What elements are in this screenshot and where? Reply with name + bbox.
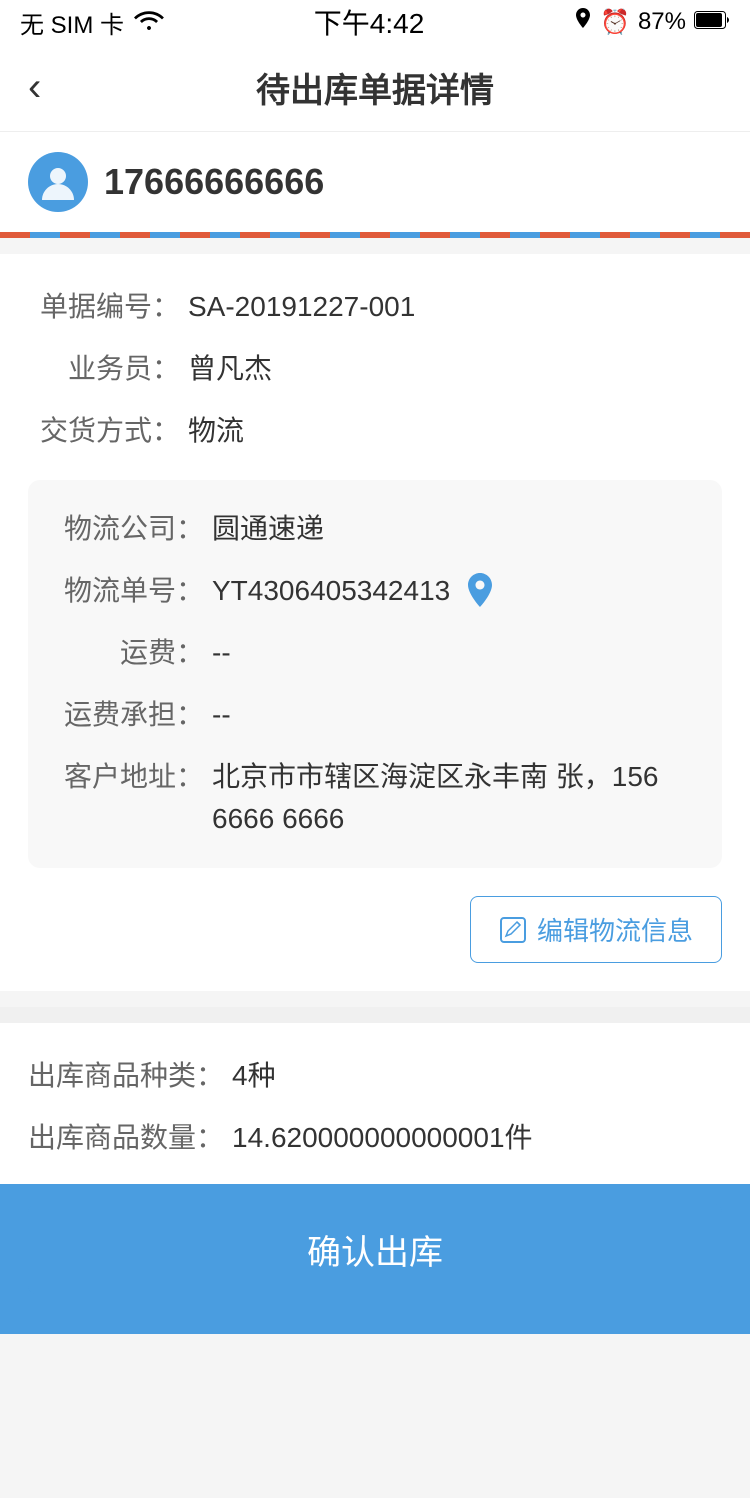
user-avatar	[28, 152, 88, 212]
confirm-outbound-button[interactable]: 确认出库	[28, 1204, 722, 1294]
sales-rep-value: 曾凡杰	[188, 348, 722, 390]
outbound-info-block: 出库商品种类： 4种 出库商品数量： 14.620000000000001件	[0, 1023, 750, 1187]
carrier-label: 无 SIM 卡	[20, 5, 124, 40]
delivery-method-row: 交货方式： 物流	[28, 410, 722, 452]
user-phone: 17666666666	[104, 161, 324, 203]
logistics-card: 物流公司： 圆通速递 物流单号： YT4306405342413 运费： -- …	[28, 480, 722, 868]
wifi-icon	[134, 8, 164, 37]
edit-btn-wrap: 编辑物流信息	[0, 896, 750, 991]
quantity-value: 14.620000000000001件	[232, 1117, 722, 1159]
freight-row: 运费： --	[52, 632, 698, 674]
tracking-number-text: YT4306405342413	[212, 570, 450, 612]
delivery-method-label: 交货方式：	[28, 410, 188, 452]
freight-label: 运费：	[52, 632, 212, 674]
sales-rep-row: 业务员： 曾凡杰	[28, 348, 722, 390]
back-button[interactable]: ‹	[28, 65, 41, 110]
freight-bearer-label: 运费承担：	[52, 694, 212, 736]
status-bar-right: ⏰ 87%	[574, 8, 730, 37]
confirm-button-label: 确认出库	[307, 1225, 443, 1274]
edit-icon	[499, 916, 527, 944]
freight-value: --	[212, 632, 698, 674]
basic-info-block: 单据编号： SA-20191227-001 业务员： 曾凡杰 交货方式： 物流	[0, 254, 750, 480]
address-label: 客户地址：	[52, 756, 212, 798]
quantity-label: 出库商品数量：	[28, 1117, 232, 1159]
status-bar: 无 SIM 卡 下午4:42 ⏰ 87%	[0, 0, 750, 44]
tracking-number-value: YT4306405342413	[212, 570, 698, 612]
logistics-company-row: 物流公司： 圆通速递	[52, 508, 698, 550]
basic-info-section: 单据编号： SA-20191227-001 业务员： 曾凡杰 交货方式： 物流 …	[0, 254, 750, 991]
document-number-row: 单据编号： SA-20191227-001	[28, 286, 722, 328]
edit-logistics-button[interactable]: 编辑物流信息	[470, 896, 722, 963]
time-display: 下午4:42	[314, 2, 425, 42]
status-bar-left: 无 SIM 卡	[20, 5, 164, 40]
category-value: 4种	[232, 1055, 722, 1097]
dashed-divider	[0, 232, 750, 238]
document-number-value: SA-20191227-001	[188, 286, 722, 328]
logistics-company-value: 圆通速递	[212, 508, 698, 550]
confirm-btn-wrap: 确认出库	[0, 1184, 750, 1334]
page-title: 待出库单据详情	[256, 63, 494, 112]
tracking-number-row: 物流单号： YT4306405342413	[52, 570, 698, 612]
category-label: 出库商品种类：	[28, 1055, 232, 1097]
document-number-label: 单据编号：	[28, 286, 188, 328]
battery-label: 87%	[638, 8, 686, 36]
alarm-icon: ⏰	[600, 8, 630, 37]
freight-bearer-row: 运费承担： --	[52, 694, 698, 736]
location-status-icon	[574, 8, 592, 37]
delivery-method-value: 物流	[188, 410, 722, 452]
battery-icon	[694, 8, 730, 36]
address-row: 客户地址： 北京市市辖区海淀区永丰南 张，156 6666 6666	[52, 756, 698, 840]
user-header-section: 17666666666	[0, 132, 750, 238]
sales-rep-label: 业务员：	[28, 348, 188, 390]
track-location-icon[interactable]	[462, 573, 498, 609]
logistics-company-label: 物流公司：	[52, 508, 212, 550]
edit-logistics-label: 编辑物流信息	[537, 911, 693, 948]
freight-bearer-value: --	[212, 694, 698, 736]
user-header: 17666666666	[0, 132, 750, 232]
address-value: 北京市市辖区海淀区永丰南 张，156 6666 6666	[212, 756, 698, 840]
nav-bar: ‹ 待出库单据详情	[0, 44, 750, 132]
quantity-row: 出库商品数量： 14.620000000000001件	[28, 1117, 722, 1159]
category-row: 出库商品种类： 4种	[28, 1055, 722, 1097]
section-divider-1	[0, 1007, 750, 1023]
tracking-number-label: 物流单号：	[52, 570, 212, 612]
